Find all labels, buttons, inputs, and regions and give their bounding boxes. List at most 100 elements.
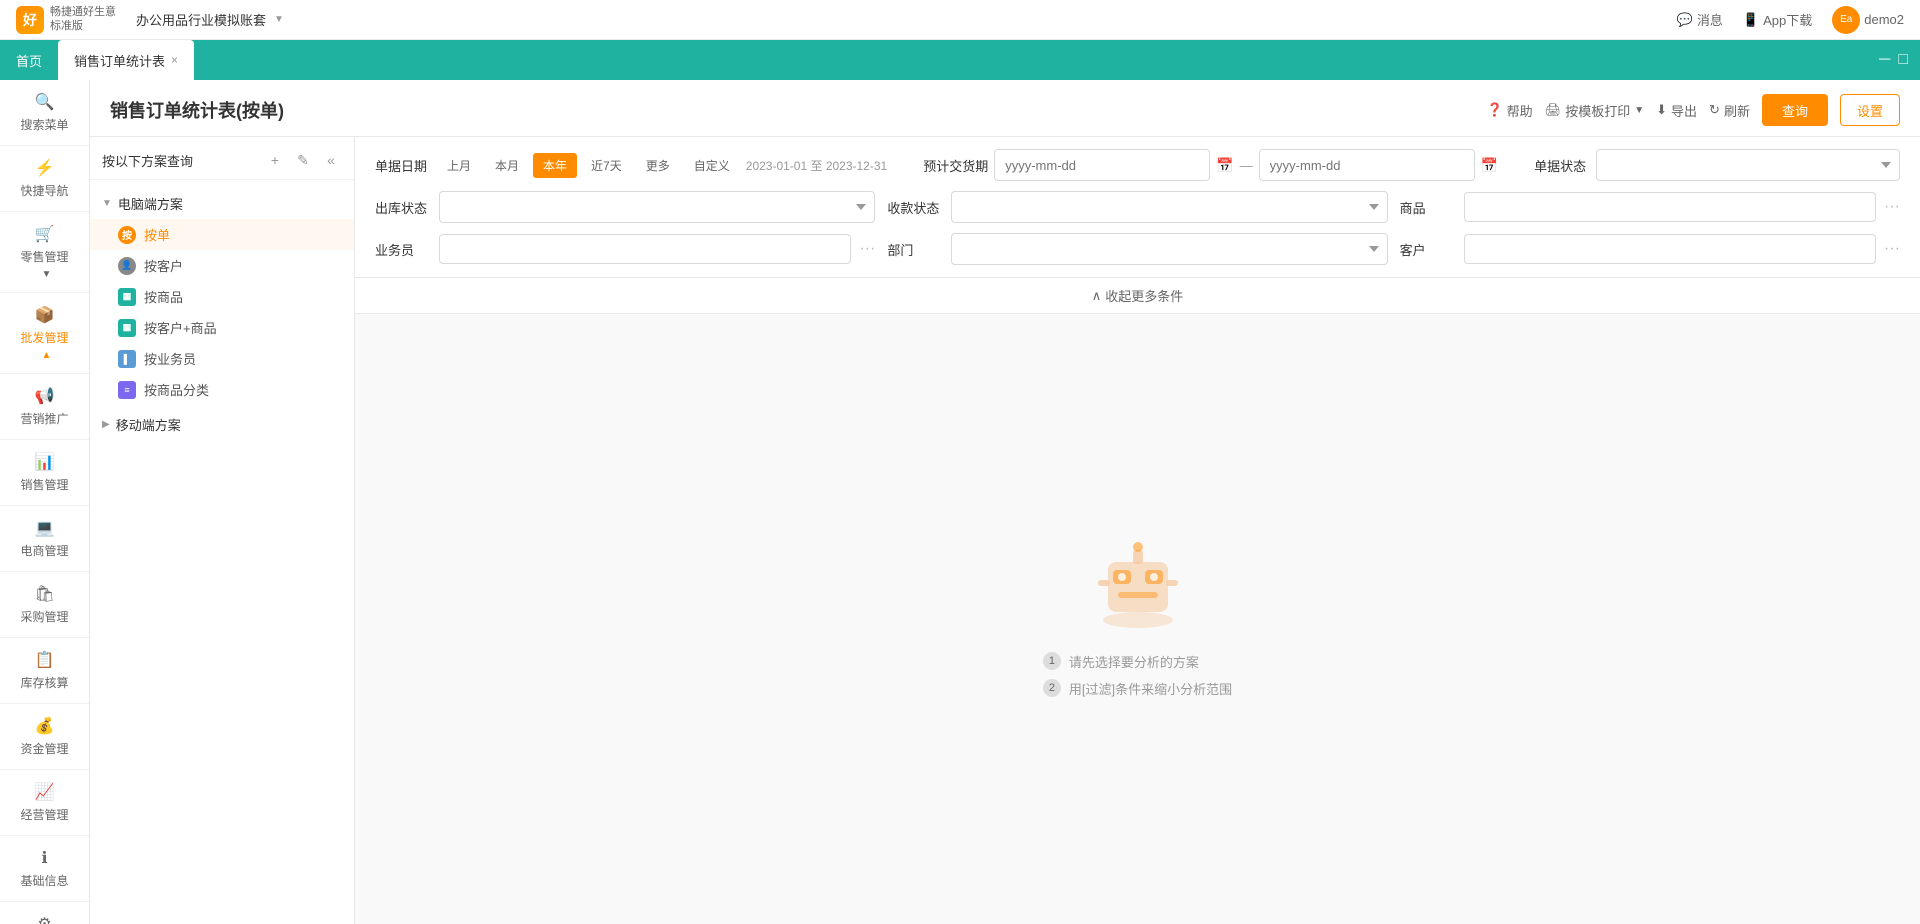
scheme-icon-customer-goods: ▦ [118,319,136,337]
finance-icon: 💰 [35,716,55,736]
settings-button[interactable]: 设置 [1840,94,1900,126]
receipt-status-select[interactable] [951,191,1387,223]
tab-home[interactable]: 首页 [0,40,58,80]
sidebar-item-purchase[interactable]: 🛍 采购管理 [0,572,89,638]
date-btn-more[interactable]: 更多 [636,153,680,178]
sidebar-item-inventory[interactable]: 📋 库存核算 [0,638,89,704]
page-title: 销售订单统计表(按单) [110,97,284,123]
date-btn-this-month[interactable]: 本月 [485,153,529,178]
help-button[interactable]: ❓ 帮助 [1486,101,1532,120]
mobile-group-title[interactable]: ▶ 移动端方案 [90,409,354,440]
collapse-arrow-icon: ∧ [1092,288,1102,304]
date-btn-this-year[interactable]: 本年 [533,153,577,178]
sidebar-item-sales[interactable]: 📊 销售管理 [0,440,89,506]
scheme-icon-customer: 👤 [118,257,136,275]
scheme-item-by-customer-goods[interactable]: ▦ 按客户+商品 [90,312,354,343]
print-icon: 🖨 [1545,102,1562,118]
tab-sales-order-label: 销售订单统计表 [74,51,165,70]
scheme-item-by-goods[interactable]: ▦ 按商品 [90,281,354,312]
scheme-icon-salesman: ▌ [118,350,136,368]
department-select[interactable] [951,233,1387,265]
app-title-dropdown[interactable]: ▼ [274,14,284,25]
tab-maximize-icon[interactable]: □ [1898,51,1908,69]
collapse-button[interactable]: ∧ 收起更多条件 [1092,286,1184,305]
filter-row-3: 业务员 ··· 部门 客户 ··· [375,233,1900,265]
date-start-calendar-icon[interactable]: 📅 [1216,157,1233,174]
delivery-status-select[interactable] [439,191,875,223]
download-icon: 📱 [1743,12,1759,28]
empty-svg [1078,532,1198,632]
tab-close-icon[interactable]: × [171,53,178,67]
logo-area: 好 畅捷通好生意 标准版 [16,6,116,34]
template-print-button[interactable]: 🖨 按模板打印 ▼ [1545,101,1644,120]
collapse-bar: ∧ 收起更多条件 [355,278,1920,314]
empty-illustration [1078,532,1198,632]
right-content: 单据日期 上月 本月 本年 近7天 更多 自定义 2023-01-01 至 20… [355,137,1920,924]
pc-group-title[interactable]: ▼ 电脑端方案 [90,188,354,219]
tab-minimize-icon[interactable]: ─ [1879,51,1890,69]
expected-date-group: 预计交货期 📅 — 📅 [923,149,1498,181]
scheme-item-by-customer[interactable]: 👤 按客户 [90,250,354,281]
export-button[interactable]: ⬇ 导出 [1656,101,1697,120]
refresh-button[interactable]: ↻ 刷新 [1709,101,1750,120]
sidebar-item-ecommerce[interactable]: 💻 电商管理 [0,506,89,572]
sidebar: 🔍 搜索菜单 ⚡ 快捷导航 🛒 零售管理 ▼ 📦 批发管理 ▲ 📢 营销推广 📊… [0,80,90,924]
sidebar-item-shortcut[interactable]: ⚡ 快捷导航 [0,146,89,212]
help-icon: ❓ [1486,102,1502,118]
customer-input[interactable] [1464,234,1876,264]
logo-text: 畅捷通好生意 标准版 [50,6,116,32]
retail-arrow: ▼ [42,269,52,280]
date-btn-last-month[interactable]: 上月 [437,153,481,178]
expected-date-label: 预计交货期 [923,156,988,175]
date-btn-7days[interactable]: 近7天 [581,153,632,178]
goods-input[interactable] [1464,192,1876,222]
add-scheme-button[interactable]: + [264,149,286,171]
filter-wrapper: 单据日期 上月 本月 本年 近7天 更多 自定义 2023-01-01 至 20… [355,137,1920,278]
delivery-status-group: 出库状态 [375,191,875,223]
empty-hint-1: 1 请先选择要分析的方案 [1043,652,1232,671]
message-button[interactable]: 💬 消息 [1677,10,1723,29]
query-button[interactable]: 查询 [1762,94,1828,126]
edit-scheme-button[interactable]: ✎ [292,149,314,171]
app-download-button[interactable]: 📱 App下载 [1743,10,1812,29]
goods-filter-group: 商品 ··· [1400,191,1900,223]
date-btn-custom[interactable]: 自定义 [684,153,740,178]
scheme-item-by-order[interactable]: 按 按单 [90,219,354,250]
expected-date-start-input[interactable] [994,149,1210,181]
sidebar-item-retail[interactable]: 🛒 零售管理 ▼ [0,212,89,293]
shortcut-icon: ⚡ [35,158,55,178]
salesman-filter-group: 业务员 ··· [375,233,875,265]
sidebar-item-marketing[interactable]: 📢 营销推广 [0,374,89,440]
tab-bar-actions: ─ □ [1879,51,1920,69]
export-icon: ⬇ [1656,102,1667,118]
logo-icon: 好 [16,6,44,34]
sidebar-item-system[interactable]: ⚙ 系统管理 [0,902,89,924]
expected-date-end-input[interactable] [1259,149,1475,181]
user-area[interactable]: Ea demo2 [1832,6,1904,34]
salesman-more-icon[interactable]: ··· [859,240,875,258]
status-select[interactable] [1596,149,1900,181]
goods-more-icon[interactable]: ··· [1884,198,1900,216]
customer-more-icon[interactable]: ··· [1884,240,1900,258]
salesman-input[interactable] [439,234,851,264]
main-layout: 🔍 搜索菜单 ⚡ 快捷导航 🛒 零售管理 ▼ 📦 批发管理 ▲ 📢 营销推广 📊… [0,80,1920,924]
scheme-item-by-goods-category[interactable]: ≡ 按商品分类 [90,374,354,405]
inventory-icon: 📋 [35,650,55,670]
sales-icon: 📊 [35,452,55,472]
sidebar-item-management[interactable]: 📈 经营管理 [0,770,89,836]
sidebar-item-wholesale[interactable]: 📦 批发管理 ▲ [0,293,89,374]
sidebar-item-basic[interactable]: ℹ 基础信息 [0,836,89,902]
date-end-calendar-icon[interactable]: 📅 [1481,157,1498,174]
mobile-scheme-group: ▶ 移动端方案 [90,409,354,440]
scheme-item-by-salesman[interactable]: ▌ 按业务员 [90,343,354,374]
search-icon: 🔍 [35,92,55,112]
tab-sales-order[interactable]: 销售订单统计表 × [58,40,194,80]
sidebar-item-finance[interactable]: 💰 资金管理 [0,704,89,770]
customer-filter-group: 客户 ··· [1400,233,1900,265]
sidebar-item-search[interactable]: 🔍 搜索菜单 [0,80,89,146]
collapse-panel-button[interactable]: « [320,149,342,171]
edit-icon: ✎ [297,152,309,169]
date-dash: — [1240,158,1253,173]
body-wrapper: 按以下方案查询 + ✎ « ▼ 电脑端方案 [90,137,1920,924]
page-actions: ❓ 帮助 🖨 按模板打印 ▼ ⬇ 导出 ↻ 刷新 查询 设置 [1486,94,1900,126]
